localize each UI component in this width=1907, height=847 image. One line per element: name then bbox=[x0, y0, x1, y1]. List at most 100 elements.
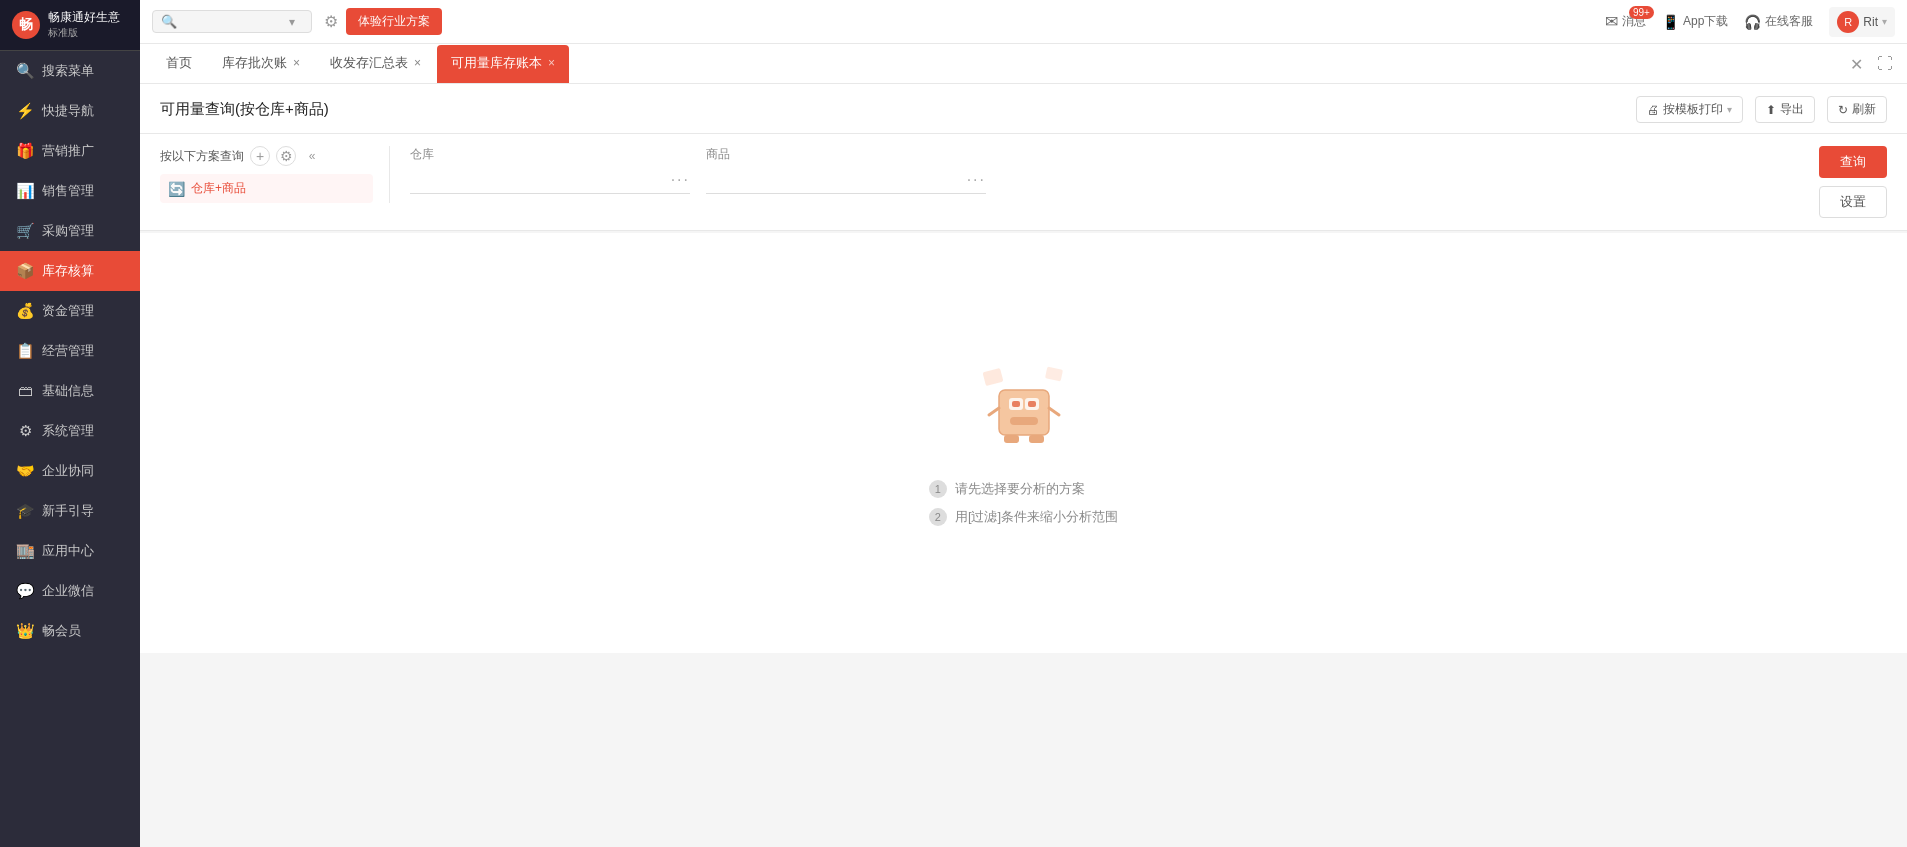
industry-btn[interactable]: 体验行业方案 bbox=[346, 8, 442, 35]
tabs-bar: 首页 库存批次账 × 收发存汇总表 × 可用量库存账本 × ✕ ⛶ bbox=[140, 44, 1907, 84]
svg-rect-0 bbox=[999, 390, 1049, 435]
warehouse-label: 仓库 bbox=[410, 146, 690, 163]
operations-icon: 📋 bbox=[16, 342, 34, 360]
sidebar-header: 畅 畅康通好生意 标准版 bbox=[0, 0, 140, 51]
page-header: 可用量查询(按仓库+商品) 🖨 按模板打印 ▾ ⬆ 导出 ↻ 刷新 bbox=[140, 84, 1907, 134]
online-service-btn[interactable]: 🎧 在线客服 bbox=[1744, 13, 1813, 30]
query-btn[interactable]: 查询 bbox=[1819, 146, 1887, 178]
sidebar-item-appstore[interactable]: 🏬 应用中心 bbox=[0, 531, 140, 571]
newbie-icon: 🎓 bbox=[16, 502, 34, 520]
sidebar-item-newbie[interactable]: 🎓 新手引导 bbox=[0, 491, 140, 531]
sales-icon: 📊 bbox=[16, 182, 34, 200]
print-dropdown-icon: ▾ bbox=[1727, 104, 1732, 115]
sidebar-item-label: 营销推广 bbox=[42, 142, 94, 160]
finance-icon: 💰 bbox=[16, 302, 34, 320]
close-all-tabs-icon[interactable]: ✕ bbox=[1850, 54, 1863, 73]
refresh-btn[interactable]: ↻ 刷新 bbox=[1827, 96, 1887, 123]
sidebar-item-search[interactable]: 🔍 搜索菜单 bbox=[0, 51, 140, 91]
svg-rect-4 bbox=[1028, 401, 1036, 407]
appstore-icon: 🏬 bbox=[16, 542, 34, 560]
svg-rect-8 bbox=[1004, 435, 1019, 443]
warehouse-input[interactable] bbox=[410, 173, 663, 187]
sidebar-item-label: 基础信息 bbox=[42, 382, 94, 400]
tab-batch-ledger[interactable]: 库存批次账 × bbox=[208, 45, 314, 83]
tab-batch-ledger-close[interactable]: × bbox=[293, 57, 300, 69]
product-more-icon[interactable]: ··· bbox=[967, 171, 986, 189]
printer-icon: 🖨 bbox=[1647, 103, 1659, 117]
product-input[interactable] bbox=[706, 173, 959, 187]
marketing-icon: 🎁 bbox=[16, 142, 34, 160]
system-icon: ⚙ bbox=[16, 422, 34, 440]
sidebar-item-basic[interactable]: 🗃 基础信息 bbox=[0, 371, 140, 411]
sidebar: 畅 畅康通好生意 标准版 🔍 搜索菜单 ⚡ 快捷导航 🎁 营销推广 📊 销售管理… bbox=[0, 0, 140, 847]
hint2-text: 用[过滤]条件来缩小分析范围 bbox=[955, 508, 1118, 526]
sidebar-item-purchase[interactable]: 🛒 采购管理 bbox=[0, 211, 140, 251]
tab-receive-summary[interactable]: 收发存汇总表 × bbox=[316, 45, 435, 83]
cooperation-icon: 🤝 bbox=[16, 462, 34, 480]
headset-icon: 🎧 bbox=[1744, 14, 1761, 30]
sidebar-item-operations[interactable]: 📋 经营管理 bbox=[0, 331, 140, 371]
warehouse-more-icon[interactable]: ··· bbox=[671, 171, 690, 189]
sidebar-item-finance[interactable]: 💰 资金管理 bbox=[0, 291, 140, 331]
dropdown-icon[interactable]: ▾ bbox=[289, 15, 295, 29]
filter-area: 按以下方案查询 + ⚙ « 🔄 仓库+商品 仓库 ··· bbox=[140, 134, 1907, 231]
sidebar-item-membership[interactable]: 👑 畅会员 bbox=[0, 611, 140, 651]
sidebar-item-marketing[interactable]: 🎁 营销推广 bbox=[0, 131, 140, 171]
settings-btn[interactable]: 设置 bbox=[1819, 186, 1887, 218]
chevron-down-icon: ▾ bbox=[1882, 16, 1887, 27]
membership-icon: 👑 bbox=[16, 622, 34, 640]
sidebar-item-label: 系统管理 bbox=[42, 422, 94, 440]
export-btn[interactable]: ⬆ 导出 bbox=[1755, 96, 1815, 123]
svg-line-6 bbox=[989, 408, 999, 415]
message-btn[interactable]: ✉ 消息 99+ bbox=[1605, 12, 1646, 31]
sidebar-item-label: 资金管理 bbox=[42, 302, 94, 320]
settings-icon[interactable]: ⚙ bbox=[324, 12, 338, 31]
query-action-btns: 查询 设置 bbox=[1799, 146, 1887, 218]
sidebar-item-label: 快捷导航 bbox=[42, 102, 94, 120]
user-name: Rit bbox=[1863, 15, 1878, 29]
add-scheme-btn[interactable]: + bbox=[250, 146, 270, 166]
svg-rect-11 bbox=[1044, 366, 1062, 381]
tab-batch-ledger-label: 库存批次账 bbox=[222, 54, 287, 72]
search-icon: 🔍 bbox=[161, 14, 177, 29]
app-download-btn[interactable]: 📱 App下载 bbox=[1662, 13, 1728, 30]
filter-field-warehouse: 仓库 ··· bbox=[410, 146, 690, 194]
mobile-icon: 📱 bbox=[1662, 14, 1679, 30]
tab-available-ledger[interactable]: 可用量库存账本 × bbox=[437, 45, 569, 83]
sidebar-item-system[interactable]: ⚙ 系统管理 bbox=[0, 411, 140, 451]
expand-tabs-icon[interactable]: ⛶ bbox=[1877, 55, 1893, 73]
sidebar-item-label: 库存核算 bbox=[42, 262, 94, 280]
tab-receive-summary-label: 收发存汇总表 bbox=[330, 54, 408, 72]
tab-home-label: 首页 bbox=[166, 54, 192, 72]
tab-available-ledger-close[interactable]: × bbox=[548, 57, 555, 69]
tab-home[interactable]: 首页 bbox=[152, 45, 206, 83]
user-menu[interactable]: R Rit ▾ bbox=[1829, 7, 1895, 37]
sidebar-item-label: 应用中心 bbox=[42, 542, 94, 560]
sidebar-item-label: 销售管理 bbox=[42, 182, 94, 200]
svg-rect-5 bbox=[1010, 417, 1038, 425]
sidebar-item-wechat[interactable]: 💬 企业微信 bbox=[0, 571, 140, 611]
sidebar-item-cooperation[interactable]: 🤝 企业协同 bbox=[0, 451, 140, 491]
empty-illustration bbox=[974, 360, 1074, 460]
app-logo: 畅 bbox=[12, 11, 40, 39]
search-icon: 🔍 bbox=[16, 62, 34, 80]
collapse-schemes-btn[interactable]: « bbox=[302, 146, 322, 166]
sidebar-item-inventory[interactable]: 📦 库存核算 bbox=[0, 251, 140, 291]
empty-hint-1: 1 请先选择要分析的方案 bbox=[929, 480, 1118, 498]
filter-schemes: 按以下方案查询 + ⚙ « 🔄 仓库+商品 bbox=[160, 146, 390, 203]
sidebar-item-sales[interactable]: 📊 销售管理 bbox=[0, 171, 140, 211]
page-title: 可用量查询(按仓库+商品) bbox=[160, 100, 329, 119]
scheme-warehouse-product[interactable]: 🔄 仓库+商品 bbox=[160, 174, 373, 203]
sidebar-item-shortcut[interactable]: ⚡ 快捷导航 bbox=[0, 91, 140, 131]
scheme-settings-btn[interactable]: ⚙ bbox=[276, 146, 296, 166]
tab-receive-summary-close[interactable]: × bbox=[414, 57, 421, 69]
sidebar-item-label: 经营管理 bbox=[42, 342, 94, 360]
svg-line-7 bbox=[1049, 408, 1059, 415]
print-btn[interactable]: 🖨 按模板打印 ▾ bbox=[1636, 96, 1743, 123]
shortcut-icon: ⚡ bbox=[16, 102, 34, 120]
app-name: 畅康通好生意 bbox=[48, 10, 120, 26]
search-input[interactable] bbox=[183, 15, 283, 29]
sidebar-item-label: 企业微信 bbox=[42, 582, 94, 600]
topbar-search-box[interactable]: 🔍 ▾ bbox=[152, 10, 312, 33]
filter-fields: 仓库 ··· 商品 ··· bbox=[390, 146, 1799, 194]
